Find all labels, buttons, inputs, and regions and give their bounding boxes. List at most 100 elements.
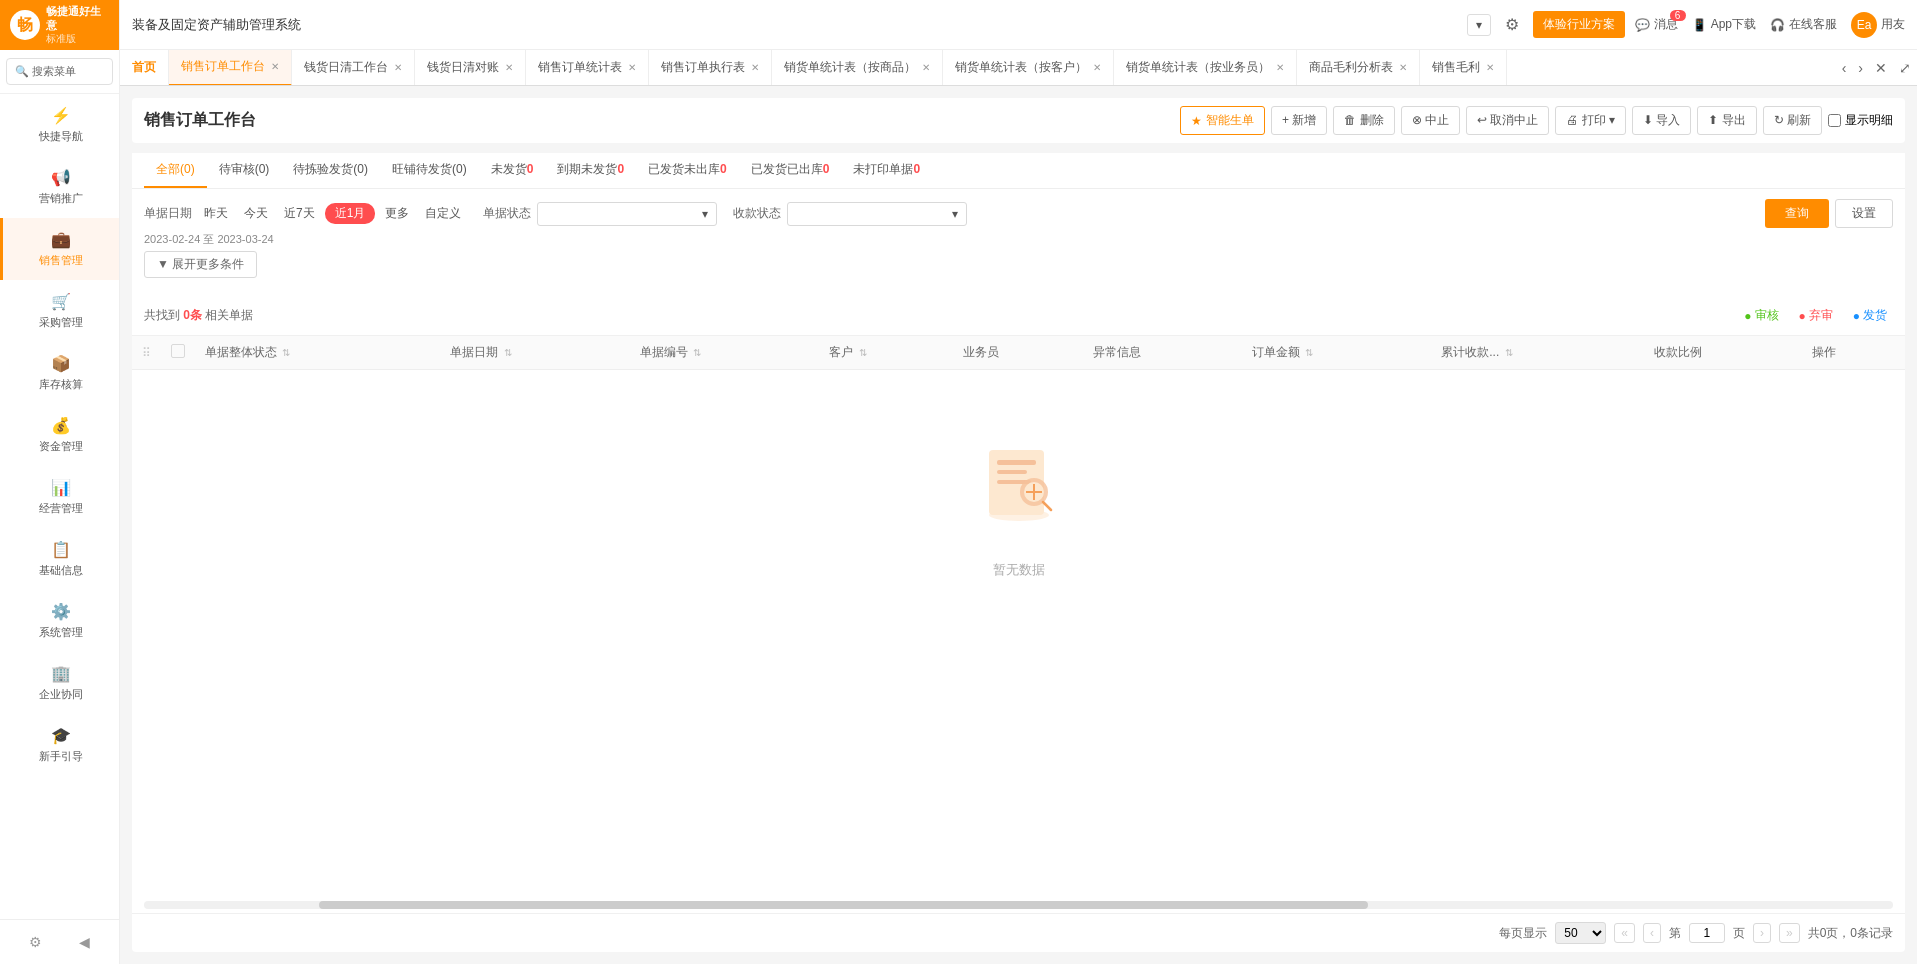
sidebar-item-system[interactable]: ⚙️ 系统管理 xyxy=(0,590,119,652)
delete-button[interactable]: 🗑 删除 xyxy=(1333,106,1394,135)
sidebar-collapse-button[interactable]: ◀ xyxy=(75,930,94,954)
tab-close-sales-stats[interactable]: ✕ xyxy=(628,62,636,73)
tab-scroll-left[interactable]: ‹ xyxy=(1836,56,1853,80)
per-page-select[interactable]: 50 10 20 100 xyxy=(1555,922,1606,944)
app-download-button[interactable]: 📱 App下载 xyxy=(1692,16,1756,33)
sort-status-icon[interactable]: ⇅ xyxy=(282,347,290,358)
sub-tab-all[interactable]: 全部(0) xyxy=(144,153,207,188)
expand-filter-button[interactable]: ▼ 展开更多条件 xyxy=(144,251,257,278)
tab-sales-summary-customer[interactable]: 销货单统计表（按客户） ✕ xyxy=(943,50,1114,86)
sort-date-icon[interactable]: ⇅ xyxy=(504,347,512,358)
horizontal-scrollbar[interactable] xyxy=(144,901,1893,909)
sub-tab-not-printed[interactable]: 未打印单据0 xyxy=(841,153,932,188)
tab-cash-reconcile[interactable]: 钱货日清对账 ✕ xyxy=(415,50,526,86)
sidebar-item-quick-nav[interactable]: ⚡ 快捷导航 xyxy=(0,94,119,156)
sidebar-settings-button[interactable]: ⚙ xyxy=(25,930,46,954)
sub-tab-wangpu[interactable]: 旺铺待发货(0) xyxy=(380,153,479,188)
tab-close-sales-summary-product[interactable]: ✕ xyxy=(922,62,930,73)
system-switch-button[interactable]: ▾ xyxy=(1467,14,1491,36)
sort-amount-icon[interactable]: ⇅ xyxy=(1305,347,1313,358)
search-menu-button[interactable]: 🔍 搜索菜单 xyxy=(6,58,113,85)
tab-sales-stats[interactable]: 销售订单统计表 ✕ xyxy=(526,50,649,86)
select-all-checkbox[interactable] xyxy=(171,344,185,358)
message-button[interactable]: 💬 消息 6 xyxy=(1635,16,1678,33)
add-button[interactable]: + 新增 xyxy=(1271,106,1327,135)
tab-close-sales-summary-staff[interactable]: ✕ xyxy=(1276,62,1284,73)
sort-customer-icon[interactable]: ⇅ xyxy=(859,347,867,358)
stop-button[interactable]: ⊗ 中止 xyxy=(1401,106,1460,135)
tab-close-sales-more[interactable]: ✕ xyxy=(1486,62,1494,73)
date-7days-btn[interactable]: 近7天 xyxy=(278,202,321,225)
sub-tab-not-shipped[interactable]: 未发货0 xyxy=(479,153,546,188)
sidebar-item-basic[interactable]: 📋 基础信息 xyxy=(0,528,119,590)
tab-sales-more[interactable]: 销售毛利 ✕ xyxy=(1420,50,1507,86)
tab-close-sales-summary-customer[interactable]: ✕ xyxy=(1093,62,1101,73)
page-input[interactable] xyxy=(1689,923,1725,943)
tab-sales-summary-staff[interactable]: 销货单统计表（按业务员） ✕ xyxy=(1114,50,1297,86)
tab-close-all[interactable]: ✕ xyxy=(1869,56,1893,80)
empty-icon xyxy=(969,430,1069,549)
sidebar-item-enterprise[interactable]: 🏢 企业协同 xyxy=(0,652,119,714)
set-button[interactable]: 设置 xyxy=(1835,199,1893,228)
tab-maximize[interactable]: ⤢ xyxy=(1893,56,1917,80)
show-detail-input[interactable] xyxy=(1828,114,1841,127)
print-button[interactable]: 🖨 打印 ▾ xyxy=(1555,106,1626,135)
sidebar-item-inventory[interactable]: 📦 库存核算 xyxy=(0,342,119,404)
status-filter-select[interactable]: ▾ xyxy=(537,202,717,226)
topbar-settings-button[interactable]: ⚙ xyxy=(1501,11,1523,38)
date-today-btn[interactable]: 今天 xyxy=(238,202,274,225)
tab-sales-workbench[interactable]: 销售订单工作台 ✕ xyxy=(169,50,292,86)
sort-collected-icon[interactable]: ⇅ xyxy=(1505,347,1513,358)
scrollbar-thumb[interactable] xyxy=(319,901,1368,909)
first-page-button[interactable]: « xyxy=(1614,923,1635,943)
tab-close-sales-exec[interactable]: ✕ xyxy=(751,62,759,73)
sort-number-icon[interactable]: ⇅ xyxy=(693,347,701,358)
tab-cash-daily[interactable]: 钱货日清工作台 ✕ xyxy=(292,50,415,86)
next-page-button[interactable]: › xyxy=(1753,923,1771,943)
cancel-stop-button[interactable]: ↩ 取消中止 xyxy=(1466,106,1549,135)
sub-tab-pending-inspect[interactable]: 待拣验发货(0) xyxy=(281,153,380,188)
per-page-label: 每页显示 xyxy=(1499,925,1547,942)
approve-button[interactable]: ● 审核 xyxy=(1738,304,1784,327)
sidebar-item-guide[interactable]: 🎓 新手引导 xyxy=(0,714,119,776)
date-yesterday-btn[interactable]: 昨天 xyxy=(198,202,234,225)
payment-filter-select[interactable]: ▾ xyxy=(787,202,967,226)
reject-button[interactable]: ● 弃审 xyxy=(1793,304,1839,327)
query-button[interactable]: 查询 xyxy=(1765,199,1829,228)
sidebar-item-sales[interactable]: 💼 销售管理 xyxy=(0,218,119,280)
refresh-button[interactable]: ↻ 刷新 xyxy=(1763,106,1822,135)
solution-button[interactable]: 体验行业方案 xyxy=(1533,11,1625,38)
sidebar-item-operation[interactable]: 📊 经营管理 xyxy=(0,466,119,528)
tab-product-margin[interactable]: 商品毛利分析表 ✕ xyxy=(1297,50,1420,86)
sub-tab-shipped-out[interactable]: 已发货已出库0 xyxy=(739,153,842,188)
export-button[interactable]: ⬆ 导出 xyxy=(1697,106,1756,135)
date-custom-btn[interactable]: 自定义 xyxy=(419,202,467,225)
tab-close-cash-daily[interactable]: ✕ xyxy=(394,62,402,73)
send-button[interactable]: ● 发货 xyxy=(1847,304,1893,327)
tab-close-product-margin[interactable]: ✕ xyxy=(1399,62,1407,73)
th-check[interactable] xyxy=(161,336,195,370)
user-menu[interactable]: Ea 用友 xyxy=(1851,12,1905,38)
page-header: 销售订单工作台 ★ 智能生单 + 新增 🗑 删除 ⊗ 中止 ↩ 取消中止 🖨 打… xyxy=(132,98,1905,143)
sub-tab-shipped-not-out[interactable]: 已发货未出库0 xyxy=(636,153,739,188)
prev-page-button[interactable]: ‹ xyxy=(1643,923,1661,943)
tab-scroll-right[interactable]: › xyxy=(1852,56,1869,80)
import-button[interactable]: ⬇ 导入 xyxy=(1632,106,1691,135)
show-detail-checkbox[interactable]: 显示明细 xyxy=(1828,112,1893,129)
sidebar-nav: ⚡ 快捷导航 📢 营销推广 💼 销售管理 🛒 采购管理 📦 库存核算 💰 资金管… xyxy=(0,94,119,919)
online-service-button[interactable]: 🎧 在线客服 xyxy=(1770,16,1837,33)
sidebar-item-purchase[interactable]: 🛒 采购管理 xyxy=(0,280,119,342)
tab-home[interactable]: 首页 xyxy=(120,50,169,86)
tab-sales-exec[interactable]: 销售订单执行表 ✕ xyxy=(649,50,772,86)
date-1month-btn[interactable]: 近1月 xyxy=(325,203,376,224)
last-page-button[interactable]: » xyxy=(1779,923,1800,943)
tab-sales-summary-product[interactable]: 销货单统计表（按商品） ✕ xyxy=(772,50,943,86)
tab-close-cash-reconcile[interactable]: ✕ xyxy=(505,62,513,73)
smart-create-button[interactable]: ★ 智能生单 xyxy=(1180,106,1265,135)
date-more-btn[interactable]: 更多 xyxy=(379,202,415,225)
tab-close-sales-workbench[interactable]: ✕ xyxy=(271,61,279,72)
sidebar-item-marketing[interactable]: 📢 营销推广 xyxy=(0,156,119,218)
sub-tab-pending-review[interactable]: 待审核(0) xyxy=(207,153,282,188)
sub-tab-overdue[interactable]: 到期未发货0 xyxy=(545,153,636,188)
sidebar-item-finance[interactable]: 💰 资金管理 xyxy=(0,404,119,466)
